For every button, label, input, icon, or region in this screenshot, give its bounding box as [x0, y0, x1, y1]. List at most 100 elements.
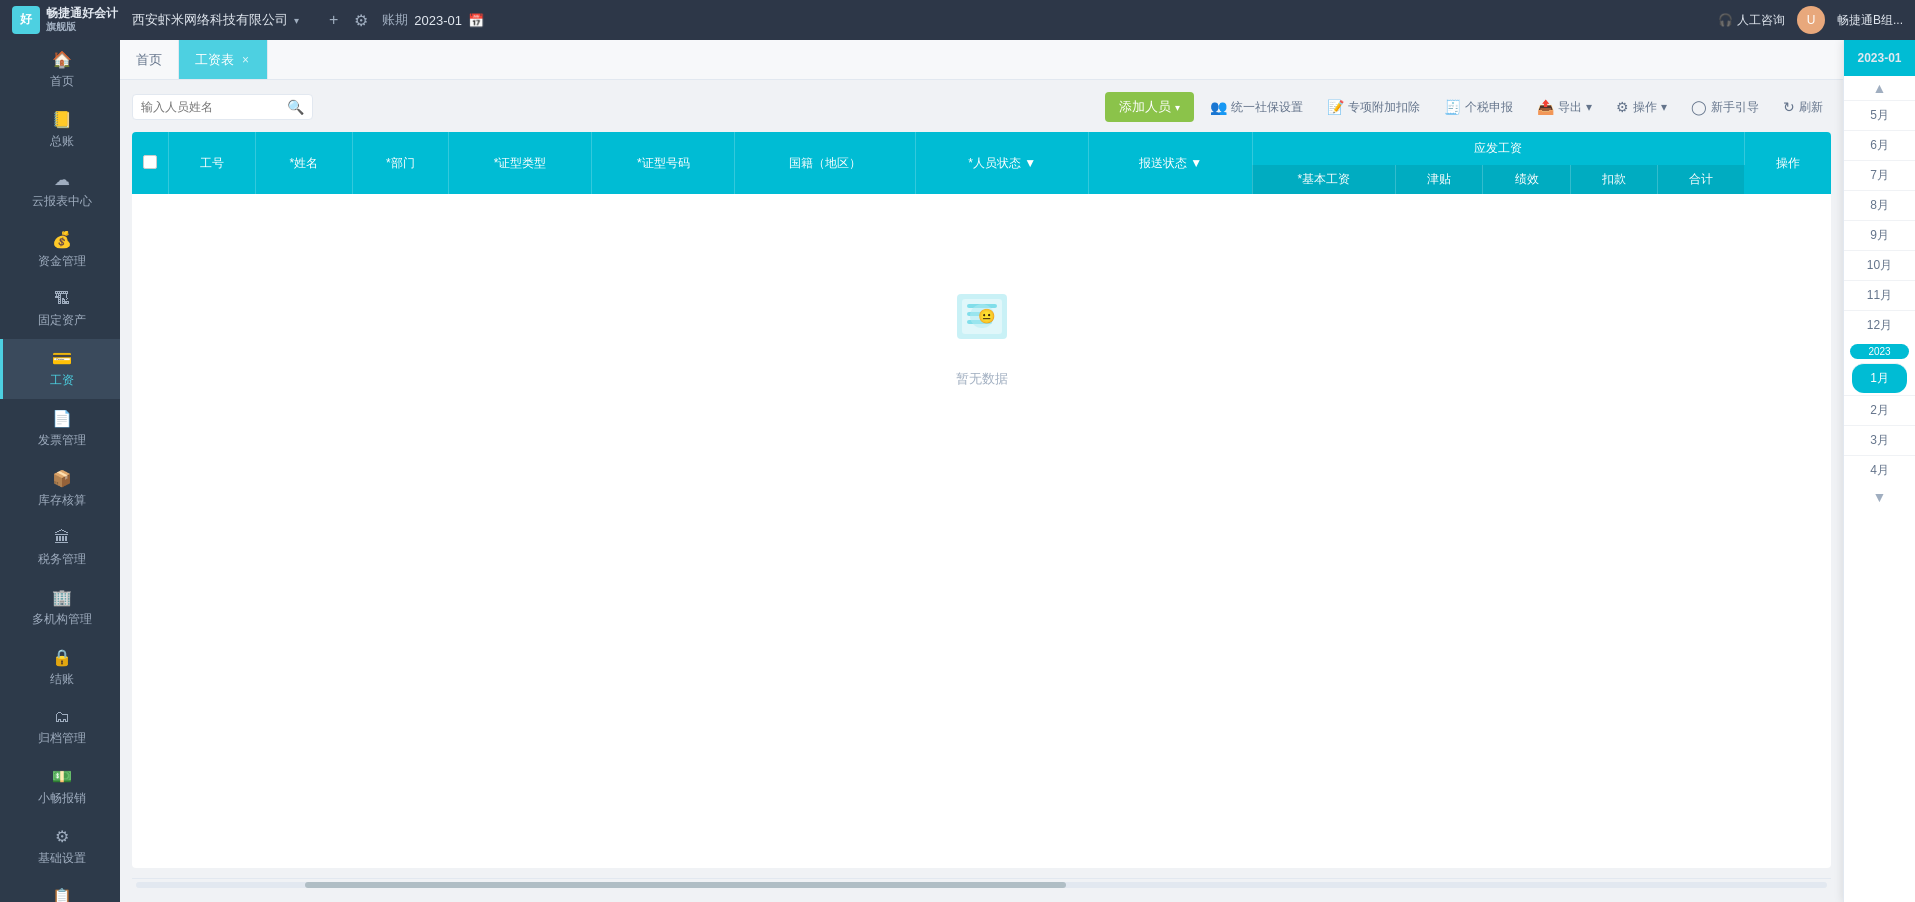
- date-month-6[interactable]: 6月: [1844, 130, 1915, 160]
- deduction-icon: 📝: [1327, 99, 1344, 115]
- sidebar-item-tax[interactable]: 🏛 税务管理: [0, 519, 120, 578]
- date-month-5[interactable]: 5月: [1844, 100, 1915, 130]
- deduction-button[interactable]: 📝 专项附加扣除: [1319, 95, 1428, 120]
- sidebar: 🏠 首页 📒 总账 ☁ 云报表中心 💰 资金管理 🏗 固定资产 💳 工资 📄 发…: [0, 40, 120, 902]
- report-filter-icon: ▼: [1190, 156, 1202, 170]
- home-icon: 🏠: [52, 50, 72, 69]
- sidebar-item-archive[interactable]: 🗂 归档管理: [0, 698, 120, 757]
- date-panel-up[interactable]: ▲: [1844, 76, 1915, 100]
- table-container: 工号 *姓名 *部门 *证型类型 *证型号码 国籍（地区） *人员状态 ▼ 报送…: [132, 132, 1831, 868]
- sidebar-item-invoice[interactable]: 📄 发票管理: [0, 399, 120, 459]
- sidebar-item-closing[interactable]: 🔒 结账: [0, 638, 120, 698]
- header-checkbox[interactable]: [143, 155, 157, 169]
- account-period: 账期 2023-01 📅: [382, 11, 484, 29]
- tab-close-icon[interactable]: ×: [240, 53, 251, 67]
- scroll-track[interactable]: [136, 882, 1827, 888]
- social-security-button[interactable]: 👥 统一社保设置: [1202, 95, 1311, 120]
- fund-icon: 💰: [52, 230, 72, 249]
- date-month-8[interactable]: 8月: [1844, 190, 1915, 220]
- empty-text: 暂无数据: [956, 370, 1008, 388]
- th-dept: *部门: [352, 132, 449, 194]
- toolbar: 🔍 添加人员 ▾ 👥 统一社保设置 📝 专项附加扣除 🧾 个税申: [132, 92, 1831, 122]
- settings-button[interactable]: ⚙: [350, 9, 372, 32]
- sidebar-item-home[interactable]: 🏠 首页: [0, 40, 120, 100]
- th-country: 国籍（地区）: [735, 132, 916, 194]
- sidebar-item-label: 工资: [50, 372, 74, 389]
- tax-button[interactable]: 🧾 个税申报: [1436, 95, 1521, 120]
- headset-icon: 🎧: [1718, 13, 1733, 27]
- date-month-9[interactable]: 9月: [1844, 220, 1915, 250]
- th-name: *姓名: [255, 132, 352, 194]
- invoice-icon: 📄: [52, 409, 72, 428]
- tab-home[interactable]: 首页: [120, 40, 179, 79]
- inventory-icon: 📦: [52, 469, 72, 488]
- sidebar-item-fixed-asset[interactable]: 🏗 固定资产: [0, 280, 120, 339]
- date-panel-down[interactable]: ▼: [1844, 485, 1915, 509]
- empty-state: 😐 暂无数据: [132, 194, 1831, 468]
- operation-button[interactable]: ⚙ 操作 ▾: [1608, 95, 1675, 120]
- add-company-button[interactable]: +: [325, 9, 342, 31]
- closing-icon: 🔒: [52, 648, 72, 667]
- year-badge: 2023: [1850, 344, 1909, 359]
- tax-label: 个税申报: [1465, 99, 1513, 116]
- cloud-icon: ☁: [54, 170, 70, 189]
- export-button[interactable]: 📤 导出 ▾: [1529, 95, 1600, 120]
- search-input-wrap[interactable]: 🔍: [132, 94, 313, 120]
- tab-bar: 首页 工资表 ×: [120, 40, 1843, 80]
- app-version: 旗舰版: [46, 20, 118, 34]
- ledger-icon: 📒: [52, 110, 72, 129]
- sidebar-item-label: 资金管理: [38, 253, 86, 270]
- sidebar-item-fund[interactable]: 💰 资金管理: [0, 220, 120, 280]
- service-button[interactable]: 🎧 人工咨询: [1718, 12, 1785, 29]
- date-month-3[interactable]: 3月: [1844, 425, 1915, 455]
- date-month-4[interactable]: 4月: [1844, 455, 1915, 485]
- date-month-2[interactable]: 2月: [1844, 395, 1915, 425]
- sidebar-item-cloud-report[interactable]: ☁ 云报表中心: [0, 160, 120, 220]
- tab-salary[interactable]: 工资表 ×: [179, 40, 268, 79]
- top-header: 好 畅捷通好会计 旗舰版 西安虾米网络科技有限公司 ▾ + ⚙ 账期 2023-…: [0, 0, 1915, 40]
- page-content: 🔍 添加人员 ▾ 👥 统一社保设置 📝 专项附加扣除 🧾 个税申: [120, 80, 1843, 902]
- add-person-button[interactable]: 添加人员 ▾: [1105, 92, 1194, 122]
- th-id-type: *证型类型: [449, 132, 592, 194]
- archive-icon: 🗂: [54, 708, 70, 726]
- date-month-7[interactable]: 7月: [1844, 160, 1915, 190]
- date-panel-header: 2023-01: [1844, 40, 1915, 76]
- empty-illustration: 😐: [942, 274, 1022, 354]
- th-number: 工号: [168, 132, 255, 194]
- date-month-12[interactable]: 12月: [1844, 310, 1915, 340]
- sidebar-item-multi-org[interactable]: 🏢 多机构管理: [0, 578, 120, 638]
- org-icon: 🏢: [52, 588, 72, 607]
- refresh-label: 刷新: [1799, 99, 1823, 116]
- guide-button[interactable]: ◯ 新手引导: [1683, 95, 1767, 120]
- date-month-11[interactable]: 11月: [1844, 280, 1915, 310]
- date-month-1[interactable]: 1月: [1852, 363, 1907, 393]
- header-actions: + ⚙: [325, 9, 372, 32]
- main-layout: 🏠 首页 📒 总账 ☁ 云报表中心 💰 资金管理 🏗 固定资产 💳 工资 📄 发…: [0, 40, 1915, 902]
- calendar-icon[interactable]: 📅: [468, 13, 484, 28]
- sidebar-item-label: 结账: [50, 671, 74, 688]
- sidebar-item-salary[interactable]: 💳 工资: [0, 339, 120, 399]
- th-id-no: *证型号码: [592, 132, 735, 194]
- horizontal-scrollbar[interactable]: [132, 878, 1831, 890]
- operation-icon: ⚙: [1616, 99, 1629, 115]
- sidebar-item-label: 小畅报销: [38, 790, 86, 807]
- th-checkbox[interactable]: [132, 132, 168, 194]
- sidebar-item-expense[interactable]: 💵 小畅报销: [0, 757, 120, 817]
- refresh-button[interactable]: ↻ 刷新: [1775, 95, 1831, 120]
- sidebar-item-general-ledger[interactable]: 📒 总账: [0, 100, 120, 160]
- empty-row: 😐 暂无数据: [132, 194, 1831, 468]
- scroll-thumb[interactable]: [305, 882, 1066, 888]
- asset-icon: 🏗: [54, 290, 70, 308]
- th-status: *人员状态 ▼: [916, 132, 1089, 194]
- refresh-icon: ↻: [1783, 99, 1795, 115]
- period-label: 账期: [382, 11, 408, 29]
- date-month-10[interactable]: 10月: [1844, 250, 1915, 280]
- sidebar-item-settings[interactable]: ⚙ 基础设置: [0, 817, 120, 877]
- company-name: 西安虾米网络科技有限公司: [132, 11, 288, 29]
- company-selector[interactable]: 西安虾米网络科技有限公司 ▾: [132, 11, 299, 29]
- sidebar-item-guide[interactable]: 📋 新手引导: [0, 877, 120, 902]
- table-header-row: 工号 *姓名 *部门 *证型类型 *证型号码 国籍（地区） *人员状态 ▼ 报送…: [132, 132, 1831, 165]
- sidebar-item-inventory[interactable]: 📦 库存核算: [0, 459, 120, 519]
- search-input[interactable]: [141, 100, 281, 114]
- sub-th-subsidy: 津贴: [1396, 165, 1483, 194]
